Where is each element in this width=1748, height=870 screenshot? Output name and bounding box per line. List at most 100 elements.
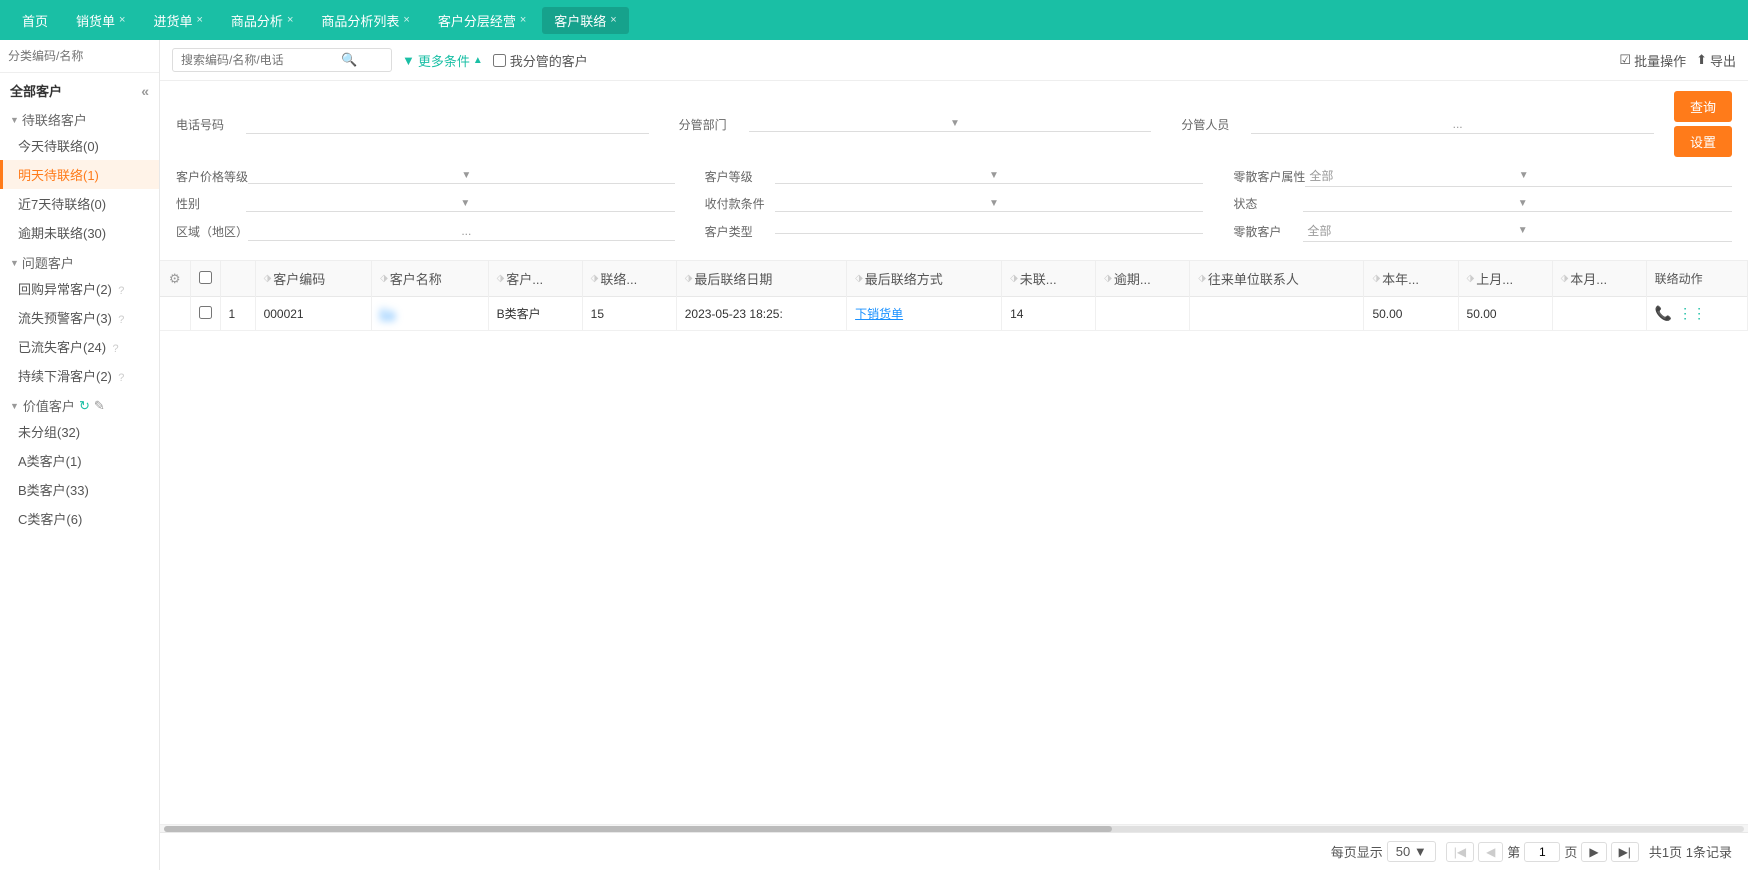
- search-icon[interactable]: 🔍: [341, 52, 357, 68]
- sidebar-all-customers[interactable]: 全部客户 «: [0, 73, 159, 104]
- th-last-way[interactable]: 最后联络方式: [847, 261, 1002, 297]
- dots-icon[interactable]: ...: [457, 224, 670, 238]
- sidebar-item-c-class[interactable]: C类客户(6): [0, 504, 159, 533]
- th-unit-contact[interactable]: 往来单位联系人: [1190, 261, 1364, 297]
- th-last-date[interactable]: 最后联络日期: [676, 261, 846, 297]
- filter-grade-select[interactable]: ▼: [775, 168, 1204, 184]
- help-icon[interactable]: ?: [112, 343, 118, 355]
- sort-contact[interactable]: 联络...: [591, 269, 638, 288]
- select-all-checkbox[interactable]: [199, 271, 212, 284]
- set-button[interactable]: 设置: [1674, 126, 1732, 157]
- nav-goods-analysis[interactable]: 商品分析 ×: [219, 7, 305, 34]
- sort-uncontact[interactable]: 未联...: [1010, 269, 1057, 288]
- td-name[interactable]: Ea: [372, 297, 489, 331]
- my-customer-check[interactable]: 我分管的客户: [493, 51, 588, 70]
- sidebar-item-churned[interactable]: 已流失客户(24) ?: [0, 332, 159, 361]
- nav-customer-contact[interactable]: 客户联络 ×: [542, 7, 628, 34]
- sidebar-item-overdue[interactable]: 逾期未联络(30): [0, 218, 159, 247]
- sidebar-item-tomorrow[interactable]: 明天待联络(1): [0, 160, 159, 189]
- nav-goods-analysis-list[interactable]: 商品分析列表 ×: [309, 7, 421, 34]
- filter-more-btn[interactable]: ▼ 更多条件 ▲: [402, 51, 483, 70]
- nav-sales[interactable]: 销货单 ×: [64, 7, 137, 34]
- refresh-icon[interactable]: ↻: [79, 398, 90, 414]
- filter-area-select[interactable]: ...: [248, 222, 675, 241]
- sidebar-item-7days[interactable]: 近7天待联络(0): [0, 189, 159, 218]
- filter-dept-select[interactable]: ▼: [749, 116, 1152, 132]
- page-first-btn[interactable]: |◀: [1446, 842, 1474, 862]
- my-customer-checkbox[interactable]: [493, 54, 506, 67]
- filter-retail-customer-select[interactable]: 全部 ▼: [1303, 220, 1732, 242]
- contact-action-icon[interactable]: 📞: [1655, 305, 1672, 322]
- th-this-year[interactable]: 本年...: [1364, 261, 1458, 297]
- collapse-icon[interactable]: «: [141, 83, 149, 99]
- th-code[interactable]: 客户编码: [255, 261, 372, 297]
- filter-status-select[interactable]: ▼: [1303, 196, 1732, 212]
- sort-this-year[interactable]: 本年...: [1372, 269, 1419, 288]
- sidebar-item-repurchase-abnormal[interactable]: 回购异常客户(2) ?: [0, 274, 159, 303]
- th-last-month[interactable]: 上月...: [1458, 261, 1552, 297]
- sort-code[interactable]: 客户编码: [264, 269, 326, 288]
- close-icon[interactable]: ×: [119, 14, 125, 26]
- sidebar-item-a-class[interactable]: A类客户(1): [0, 446, 159, 475]
- close-icon[interactable]: ×: [287, 14, 293, 26]
- more-action-icon[interactable]: ⋮⋮: [1678, 305, 1706, 322]
- scrollbar-track[interactable]: [164, 826, 1744, 832]
- page-last-btn[interactable]: ▶|: [1611, 842, 1639, 862]
- close-icon[interactable]: ×: [403, 14, 409, 26]
- sort-this-month[interactable]: 本月...: [1561, 269, 1608, 288]
- sort-type[interactable]: 客户...: [497, 269, 544, 288]
- search-input-wrap[interactable]: 🔍: [172, 48, 392, 72]
- th-name[interactable]: 客户名称: [372, 261, 489, 297]
- close-icon[interactable]: ×: [520, 14, 526, 26]
- td-last-way[interactable]: 下销货单: [847, 297, 1002, 331]
- batch-btn[interactable]: ☑ 批量操作: [1619, 51, 1686, 70]
- sort-last-date[interactable]: 最后联络日期: [685, 269, 773, 288]
- th-overdue[interactable]: 逾期...: [1096, 261, 1190, 297]
- query-button[interactable]: 查询: [1674, 91, 1732, 122]
- th-uncontact[interactable]: 未联...: [1002, 261, 1096, 297]
- help-icon[interactable]: ?: [118, 314, 124, 326]
- help-icon[interactable]: ?: [118, 372, 124, 384]
- page-size-dropdown[interactable]: 50 ▼: [1387, 841, 1436, 862]
- th-contact[interactable]: 联络...: [582, 261, 676, 297]
- horizontal-scrollbar[interactable]: [160, 824, 1748, 832]
- page-prev-btn[interactable]: ◀: [1478, 842, 1503, 862]
- page-input[interactable]: [1524, 842, 1560, 862]
- nav-home[interactable]: 首页: [10, 7, 60, 34]
- page-next-btn[interactable]: ▶: [1581, 842, 1606, 862]
- filter-field-manager: 分管人员 ...: [1181, 115, 1654, 134]
- sidebar-search-input[interactable]: [8, 49, 160, 63]
- sidebar-group-problem: 问题客户: [0, 247, 159, 274]
- close-icon[interactable]: ×: [610, 14, 616, 26]
- filter-gender-select[interactable]: ▼: [246, 196, 675, 212]
- filter-retail-attr-select[interactable]: 全部 ▼: [1305, 165, 1732, 187]
- filter-customer-type-select[interactable]: [775, 229, 1204, 234]
- filter-level-select[interactable]: ▼: [248, 168, 675, 184]
- scrollbar-thumb[interactable]: [164, 826, 1112, 832]
- sidebar-item-declining[interactable]: 持续下滑客户(2) ?: [0, 361, 159, 390]
- nav-purchase[interactable]: 进货单 ×: [141, 7, 214, 34]
- row-checkbox[interactable]: [199, 306, 212, 319]
- sidebar-item-churn-warning[interactable]: 流失预警客户(3) ?: [0, 303, 159, 332]
- close-icon[interactable]: ×: [196, 14, 202, 26]
- filter-manager-select[interactable]: ...: [1251, 115, 1654, 134]
- edit-icon[interactable]: ✎: [94, 398, 105, 414]
- th-type[interactable]: 客户...: [488, 261, 582, 297]
- sidebar-item-ungrouped[interactable]: 未分组(32): [0, 417, 159, 446]
- search-input[interactable]: [181, 53, 341, 67]
- sort-name[interactable]: 客户名称: [380, 269, 442, 288]
- filter-payment-select[interactable]: ▼: [775, 196, 1204, 212]
- dots-icon[interactable]: ...: [1449, 117, 1650, 131]
- sidebar-item-b-class[interactable]: B类客户(33): [0, 475, 159, 504]
- nav-customer-tier[interactable]: 客户分层经营 ×: [426, 7, 538, 34]
- sort-last-way[interactable]: 最后联络方式: [855, 269, 943, 288]
- export-btn[interactable]: ⬆ 导出: [1696, 51, 1736, 70]
- sort-last-month[interactable]: 上月...: [1467, 269, 1514, 288]
- filter-phone-input[interactable]: [246, 115, 649, 134]
- gear-icon[interactable]: ⚙: [169, 271, 181, 286]
- th-this-month[interactable]: 本月...: [1552, 261, 1646, 297]
- sort-unit-contact[interactable]: 往来单位联系人: [1198, 269, 1299, 288]
- help-icon[interactable]: ?: [118, 285, 124, 297]
- sort-overdue[interactable]: 逾期...: [1104, 269, 1151, 288]
- sidebar-item-today[interactable]: 今天待联络(0): [0, 131, 159, 160]
